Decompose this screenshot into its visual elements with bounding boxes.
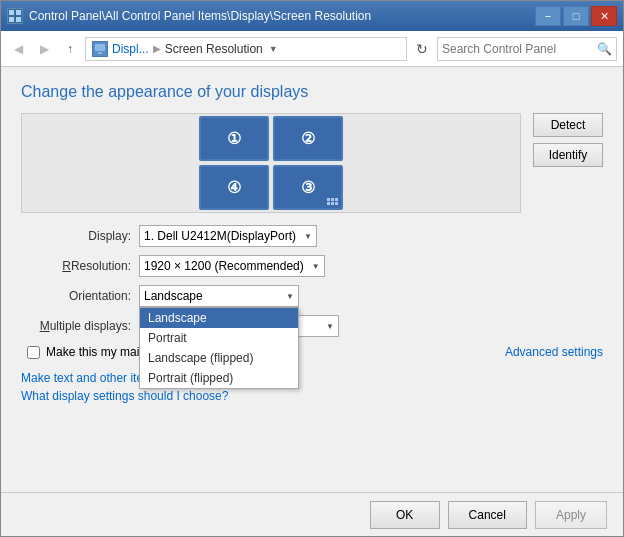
svg-rect-6 [98,52,102,54]
title-controls: − □ ✕ [535,6,617,26]
minimize-button[interactable]: − [535,6,561,26]
monitors-container: ① ② ④ ③ [21,113,521,213]
monitor-3-label: ③ [301,178,315,197]
monitor-2-label: ② [301,129,315,148]
detect-button[interactable]: Detect [533,113,603,137]
breadcrumb-separator: ▶ [153,43,161,54]
orientation-option-landscape-flipped[interactable]: Landscape (flipped) [140,348,298,368]
multiple-displays-row: Multiple displays: Extend these displays… [21,315,603,337]
svg-rect-5 [95,44,105,51]
orientation-select[interactable]: Landscape ▼ [139,285,299,307]
orientation-option-portrait[interactable]: Portrait [140,328,298,348]
title-bar-left: Control Panel\All Control Panel Items\Di… [7,8,371,24]
display-value: 1. Dell U2412M(DisplayPort) [144,229,296,243]
resolution-underline: R [62,259,71,273]
svg-rect-0 [9,10,14,15]
detect-identify-buttons: Detect Identify [533,113,603,167]
links-area: Make text and other items larger or smal… [21,371,603,403]
content-area: Change the appearance of your displays ①… [1,67,623,492]
orientation-value: Landscape [144,289,203,303]
title-bar: Control Panel\All Control Panel Items\Di… [1,1,623,31]
search-icon: 🔍 [597,42,612,56]
display-dropdown-arrow: ▼ [304,232,312,241]
breadcrumb-dropdown-arrow: ▼ [269,44,278,54]
breadcrumb[interactable]: Displ... ▶ Screen Resolution ▼ [85,37,407,61]
monitor-1-label: ① [227,129,241,148]
svg-rect-3 [16,17,21,22]
form-area: Display: 1. Dell U2412M(DisplayPort) ▼ R… [21,225,603,359]
search-input[interactable] [442,42,593,56]
monitor-4[interactable]: ④ [199,165,269,210]
grid-overlay [326,197,339,206]
resolution-label: RResolution: [21,259,131,273]
display-select[interactable]: 1. Dell U2412M(DisplayPort) ▼ [139,225,317,247]
checkbox-advanced-row: Make this my main display Advanced setti… [21,345,603,359]
main-display-checkbox[interactable] [27,346,40,359]
resolution-select[interactable]: 1920 × 1200 (Recommended) ▼ [139,255,325,277]
search-box: 🔍 [437,37,617,61]
back-button[interactable]: ◀ [7,38,29,60]
up-button[interactable]: ↑ [59,38,81,60]
orientation-option-portrait-flipped[interactable]: Portrait (flipped) [140,368,298,388]
resolution-dropdown-arrow: ▼ [312,262,320,271]
identify-button[interactable]: Identify [533,143,603,167]
orientation-dropdown-arrow: ▼ [286,292,294,301]
orientation-option-landscape[interactable]: Landscape [140,308,298,328]
address-bar: ◀ ▶ ↑ Displ... ▶ Screen Resolution ▼ ↻ 🔍 [1,31,623,67]
orientation-row: Orientation: Landscape ▼ Landscape Portr… [21,285,603,307]
orientation-dropdown: Landscape Portrait Landscape (flipped) P… [139,307,299,389]
bottom-bar: OK Cancel Apply [1,492,623,536]
breadcrumb-screen-resolution: Screen Resolution [165,42,263,56]
restore-button[interactable]: □ [563,6,589,26]
ok-button[interactable]: OK [370,501,440,529]
breadcrumb-displ[interactable]: Displ... [112,42,149,56]
monitors-grid: ① ② ④ ③ [199,116,343,210]
refresh-button[interactable]: ↻ [411,38,433,60]
display-settings-link[interactable]: What display settings should I choose? [21,389,603,403]
monitor-1[interactable]: ① [199,116,269,161]
advanced-settings-link[interactable]: Advanced settings [505,345,603,359]
monitor-3[interactable]: ③ [273,165,343,210]
display-area: ① ② ④ ③ [21,113,603,213]
resolution-row: RResolution: 1920 × 1200 (Recommended) ▼ [21,255,603,277]
cancel-button[interactable]: Cancel [448,501,527,529]
text-size-link[interactable]: Make text and other items larger or smal… [21,371,603,385]
display-label: Display: [21,229,131,243]
display-icon [92,41,108,57]
main-window: Control Panel\All Control Panel Items\Di… [0,0,624,537]
orientation-label: Orientation: [21,289,131,303]
apply-button[interactable]: Apply [535,501,607,529]
svg-rect-1 [16,10,21,15]
forward-button[interactable]: ▶ [33,38,55,60]
multiple-displays-label: Multiple displays: [21,319,131,333]
monitor-4-label: ④ [227,178,241,197]
multiple-displays-dropdown-arrow: ▼ [326,322,334,331]
close-button[interactable]: ✕ [591,6,617,26]
window-icon [7,8,23,24]
display-row: Display: 1. Dell U2412M(DisplayPort) ▼ [21,225,603,247]
window-title: Control Panel\All Control Panel Items\Di… [29,9,371,23]
svg-rect-2 [9,17,14,22]
monitor-2[interactable]: ② [273,116,343,161]
page-title: Change the appearance of your displays [21,83,603,101]
resolution-value: 1920 × 1200 (Recommended) [144,259,304,273]
